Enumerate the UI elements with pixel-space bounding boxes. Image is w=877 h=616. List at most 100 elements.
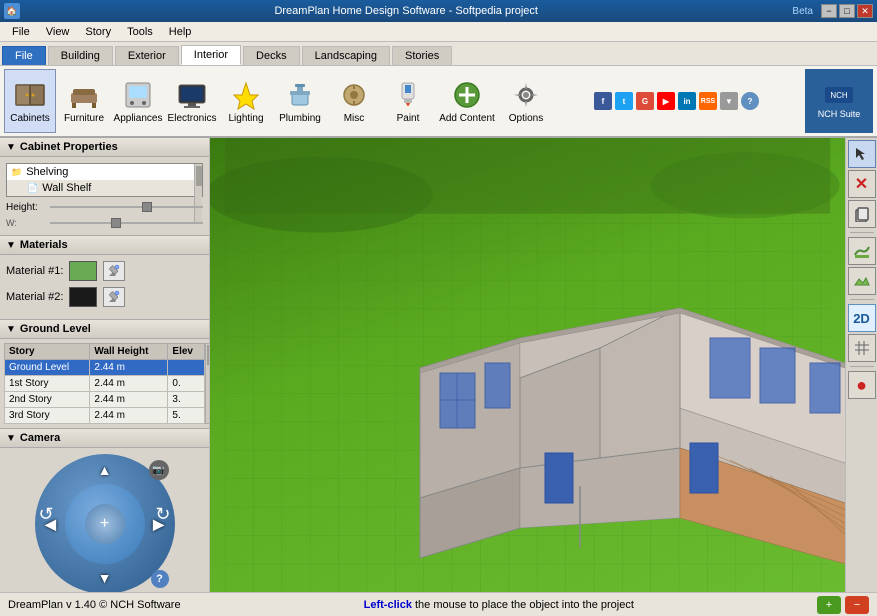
ground-level-title: Ground Level	[20, 323, 91, 335]
menu-file[interactable]: File	[4, 24, 38, 40]
material1-row: Material #1:	[6, 261, 203, 281]
right-toolbar: ✕ 2D ●	[845, 138, 877, 592]
height-slider-row: Height:	[6, 201, 203, 213]
social-dropdown[interactable]: ▼	[720, 92, 738, 110]
tree-item-wall-shelf[interactable]: 📄 Wall Shelf	[7, 180, 202, 196]
camera-up[interactable]: ▲	[93, 458, 117, 482]
tab-decks[interactable]: Decks	[243, 46, 300, 65]
table-row[interactable]: 3rd Story 2.44 m 5.	[5, 408, 205, 424]
misc-label: Misc	[344, 113, 365, 124]
paint-icon	[392, 79, 424, 111]
ribbon-furniture[interactable]: Furniture	[58, 69, 110, 133]
main-area: ▼ Cabinet Properties 📁 Shelving 📄 Wall S…	[0, 138, 877, 592]
menu-bar: File View Story Tools Help	[0, 22, 877, 42]
tree-item-shelving[interactable]: 📁 Shelving	[7, 164, 202, 180]
materials-content: Material #1: Material #2:	[0, 255, 209, 319]
zoom-out-indicator[interactable]: −	[845, 596, 869, 614]
material1-label: Material #1:	[6, 265, 63, 277]
col-wall-height: Wall Height	[90, 344, 168, 360]
camera-left[interactable]: ◀	[39, 512, 63, 536]
camera-title: Camera	[20, 432, 60, 444]
menu-story[interactable]: Story	[77, 24, 119, 40]
ribbon-plumbing[interactable]: Plumbing	[274, 69, 326, 133]
cabinet-properties-content: 📁 Shelving 📄 Wall Shelf	[0, 157, 209, 235]
minimize-button[interactable]: −	[821, 4, 837, 18]
social-twitter[interactable]: t	[615, 92, 633, 110]
nch-suite-button[interactable]: NCH NCH Suite	[805, 69, 873, 133]
secondary-slider-row: W:	[6, 217, 203, 229]
social-google[interactable]: G	[636, 92, 654, 110]
rt-marker-button[interactable]: ●	[848, 371, 876, 399]
material2-label: Material #2:	[6, 291, 63, 303]
tab-stories[interactable]: Stories	[392, 46, 452, 65]
social-facebook[interactable]: f	[594, 92, 612, 110]
furniture-label: Furniture	[64, 113, 104, 124]
col-elev: Elev	[168, 344, 205, 360]
social-linkedin[interactable]: in	[678, 92, 696, 110]
materials-header[interactable]: ▼ Materials	[0, 236, 209, 255]
ribbon-options[interactable]: Options	[500, 69, 552, 133]
width-slider[interactable]	[50, 217, 203, 229]
story-1st: 1st Story	[5, 376, 90, 392]
tab-landscaping[interactable]: Landscaping	[302, 46, 390, 65]
rt-2d-button[interactable]: 2D	[848, 304, 876, 332]
rt-delete-button[interactable]: ✕	[848, 170, 876, 198]
table-row[interactable]: Ground Level 2.44 m	[5, 360, 205, 376]
material2-eyedropper[interactable]	[103, 287, 125, 307]
ribbon-paint[interactable]: Paint	[382, 69, 434, 133]
rt-cursor-button[interactable]	[848, 140, 876, 168]
camera-help-icon[interactable]: ?	[151, 570, 169, 588]
ribbon-cabinets[interactable]: Cabinets	[4, 69, 56, 133]
add-content-label: Add Content	[439, 113, 495, 124]
rt-landscape-button[interactable]	[848, 237, 876, 265]
camera-down[interactable]: ▼	[93, 566, 117, 590]
menu-tools[interactable]: Tools	[119, 24, 161, 40]
ground-level-header[interactable]: ▼ Ground Level	[0, 320, 209, 339]
camera-header[interactable]: ▼ Camera	[0, 429, 209, 448]
story-ground: Ground Level	[5, 360, 90, 376]
rt-grid-button[interactable]	[848, 334, 876, 362]
tab-building[interactable]: Building	[48, 46, 113, 65]
elev-2nd: 3.	[168, 392, 205, 408]
menu-view[interactable]: View	[38, 24, 78, 40]
rt-terrain-button[interactable]	[848, 267, 876, 295]
height-slider[interactable]	[50, 201, 203, 213]
tab-exterior[interactable]: Exterior	[115, 46, 179, 65]
shelving-label: Shelving	[26, 166, 68, 178]
ribbon-appliances[interactable]: Appliances	[112, 69, 164, 133]
social-rss[interactable]: RSS	[699, 92, 717, 110]
social-youtube[interactable]: ▶	[657, 92, 675, 110]
ribbon-lighting[interactable]: Lighting	[220, 69, 272, 133]
help-button[interactable]: ?	[741, 92, 759, 110]
nch-label: NCH Suite	[818, 109, 861, 119]
ribbon-add-content[interactable]: Add Content	[436, 69, 498, 133]
material1-swatch[interactable]	[69, 261, 97, 281]
ribbon-misc[interactable]: Misc	[328, 69, 380, 133]
table-row[interactable]: 2nd Story 2.44 m 3.	[5, 392, 205, 408]
close-button[interactable]: ✕	[857, 4, 873, 18]
camera-screenshot[interactable]: 📷	[149, 460, 169, 480]
col-story: Story	[5, 344, 90, 360]
maximize-button[interactable]: □	[839, 4, 855, 18]
material1-eyedropper[interactable]	[103, 261, 125, 281]
material2-swatch[interactable]	[69, 287, 97, 307]
lighting-icon	[230, 79, 262, 111]
camera-right[interactable]: ▶	[147, 512, 171, 536]
tab-interior[interactable]: Interior	[181, 45, 241, 65]
rt-separator3	[850, 366, 874, 367]
3d-viewport[interactable]	[210, 138, 845, 592]
house-model	[400, 228, 845, 568]
story-2nd: 2nd Story	[5, 392, 90, 408]
menu-help[interactable]: Help	[161, 24, 200, 40]
plumbing-label: Plumbing	[279, 113, 321, 124]
material2-row: Material #2:	[6, 287, 203, 307]
rt-copy-button[interactable]	[848, 200, 876, 228]
add-content-icon	[451, 79, 483, 111]
beta-label: Beta	[792, 6, 813, 17]
table-row[interactable]: 1st Story 2.44 m 0.	[5, 376, 205, 392]
tab-file[interactable]: File	[2, 46, 46, 65]
ribbon-electronics[interactable]: Electronics	[166, 69, 218, 133]
cabinet-properties-header[interactable]: ▼ Cabinet Properties	[0, 138, 209, 157]
camera-center-button[interactable]: +	[85, 504, 125, 544]
zoom-in-indicator[interactable]: +	[817, 596, 841, 614]
